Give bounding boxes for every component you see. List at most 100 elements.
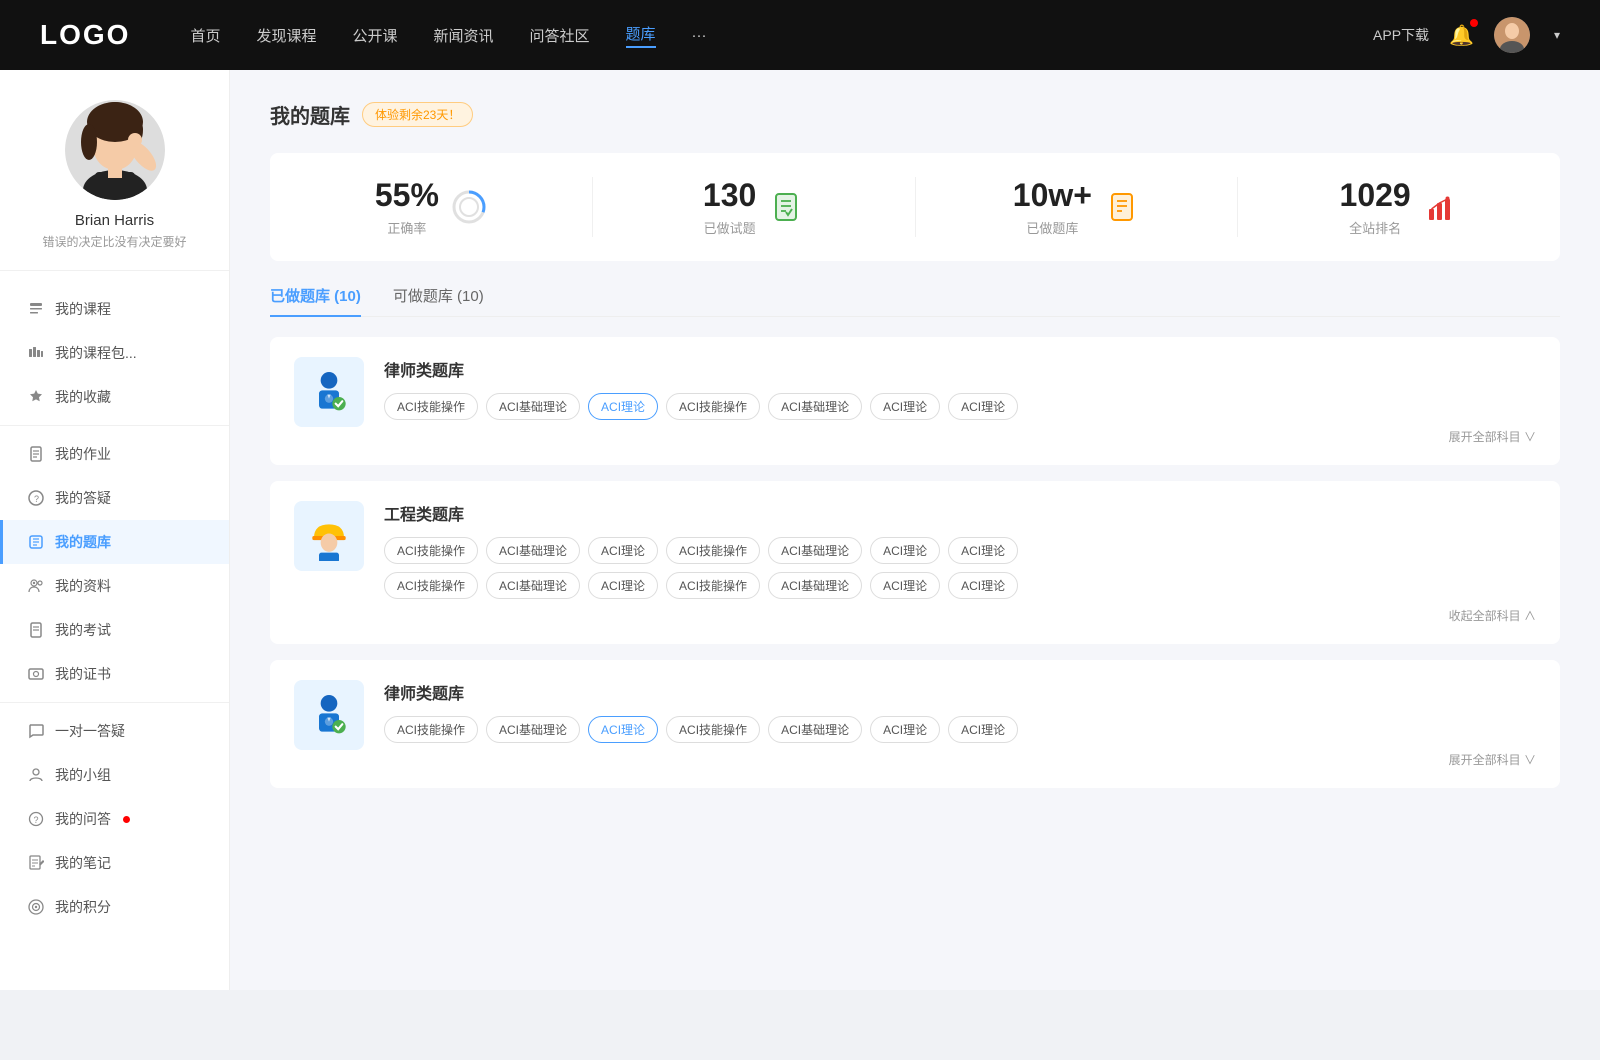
tag[interactable]: ACI理论 xyxy=(870,537,940,564)
layout: Brian Harris 错误的决定比没有决定要好 我的课程 我的课程包... xyxy=(0,70,1600,990)
tag[interactable]: ACI技能操作 xyxy=(666,572,760,599)
lawyer-icon-wrap-2 xyxy=(294,680,364,750)
tags-row-2-line2: ACI技能操作 ACI基础理论 ACI理论 ACI技能操作 ACI基础理论 AC… xyxy=(384,572,1536,599)
tag-active[interactable]: ACI理论 xyxy=(588,716,658,743)
sidebar-item-group[interactable]: 我的小组 xyxy=(0,753,229,797)
tag[interactable]: ACI基础理论 xyxy=(768,393,862,420)
tag[interactable]: ACI技能操作 xyxy=(384,716,478,743)
sidebar-item-homework[interactable]: 我的作业 xyxy=(0,432,229,476)
materials-icon xyxy=(27,577,45,595)
tag[interactable]: ACI技能操作 xyxy=(384,572,478,599)
subject-name: 律师类题库 xyxy=(384,357,1536,381)
tags-row-2-line1: ACI技能操作 ACI基础理论 ACI理论 ACI技能操作 ACI基础理论 AC… xyxy=(384,537,1536,564)
doc-green-icon xyxy=(768,189,804,225)
stat-ranking: 1029 全站排名 xyxy=(1238,177,1560,237)
tag[interactable]: ACI基础理论 xyxy=(486,572,580,599)
stat-text: 1029 全站排名 xyxy=(1340,177,1411,237)
nav-menu: 首页 发现课程 公开课 新闻资讯 问答社区 题库 ··· xyxy=(190,23,1373,48)
tag[interactable]: ACI理论 xyxy=(948,716,1018,743)
sidebar-label: 我的收藏 xyxy=(55,387,111,407)
tag[interactable]: ACI理论 xyxy=(870,716,940,743)
tag[interactable]: ACI理论 xyxy=(588,572,658,599)
logo: LOGO xyxy=(40,19,130,51)
app-download-btn[interactable]: APP下载 xyxy=(1373,25,1429,45)
tag[interactable]: ACI理论 xyxy=(948,572,1018,599)
sidebar-item-exams[interactable]: 我的考试 xyxy=(0,608,229,652)
tab-done-banks[interactable]: 已做题库 (10) xyxy=(270,285,361,316)
sidebar-item-points[interactable]: 我的积分 xyxy=(0,885,229,929)
tags-row-1: ACI技能操作 ACI基础理论 ACI理论 ACI技能操作 ACI基础理论 AC… xyxy=(384,393,1536,420)
sidebar-item-course-package[interactable]: 我的课程包... xyxy=(0,331,229,375)
sidebar-item-favorites[interactable]: 我的收藏 xyxy=(0,375,229,419)
tag[interactable]: ACI基础理论 xyxy=(768,716,862,743)
tag[interactable]: ACI基础理论 xyxy=(768,572,862,599)
expand-btn-3[interactable]: 展开全部科目 ∨ xyxy=(384,751,1536,768)
user-avatar[interactable] xyxy=(1494,17,1530,53)
nav-qa[interactable]: 问答社区 xyxy=(530,25,590,46)
tag[interactable]: ACI理论 xyxy=(870,393,940,420)
sidebar-label: 我的积分 xyxy=(55,897,111,917)
pie-chart-icon xyxy=(451,189,487,225)
subject-card-lawyer-1: 律师类题库 ACI技能操作 ACI基础理论 ACI理论 ACI技能操作 ACI基… xyxy=(270,337,1560,465)
collapse-btn-2[interactable]: 收起全部科目 ∧ xyxy=(384,607,1536,624)
notification-bell[interactable]: 🔔 xyxy=(1449,23,1474,48)
tag[interactable]: ACI技能操作 xyxy=(666,716,760,743)
navbar: LOGO 首页 发现课程 公开课 新闻资讯 问答社区 题库 ··· APP下载 … xyxy=(0,0,1600,70)
profile-name: Brian Harris xyxy=(20,212,209,229)
nav-news[interactable]: 新闻资讯 xyxy=(434,25,494,46)
tag[interactable]: ACI理论 xyxy=(870,572,940,599)
tag[interactable]: ACI基础理论 xyxy=(486,716,580,743)
tab-available-banks[interactable]: 可做题库 (10) xyxy=(393,285,484,316)
profile-motto: 错误的决定比没有决定要好 xyxy=(20,233,209,250)
qa-icon: ? xyxy=(27,489,45,507)
subject-lawyer-2-info: 律师类题库 ACI技能操作 ACI基础理论 ACI理论 ACI技能操作 ACI基… xyxy=(384,680,1536,768)
course-icon xyxy=(27,300,45,318)
tag[interactable]: ACI技能操作 xyxy=(384,537,478,564)
sidebar-label: 我的问答 xyxy=(55,809,111,829)
sidebar-label: 我的作业 xyxy=(55,444,111,464)
main-content: 我的题库 体验剩余23天！ 55% 正确率 xyxy=(230,70,1600,990)
bank-icon xyxy=(27,533,45,551)
tag[interactable]: ACI基础理论 xyxy=(486,537,580,564)
lawyer-icon-wrap xyxy=(294,357,364,427)
tag[interactable]: ACI理论 xyxy=(948,537,1018,564)
sidebar-item-certificates[interactable]: 我的证书 xyxy=(0,652,229,696)
nav-question-bank[interactable]: 题库 xyxy=(626,23,656,48)
tag[interactable]: ACI理论 xyxy=(588,537,658,564)
sidebar-label: 我的课程包... xyxy=(55,343,137,363)
sidebar-item-qa-answer[interactable]: ? 我的答疑 xyxy=(0,476,229,520)
sidebar: Brian Harris 错误的决定比没有决定要好 我的课程 我的课程包... xyxy=(0,70,230,990)
stat-value: 130 xyxy=(703,177,756,214)
nav-more[interactable]: ··· xyxy=(692,27,707,44)
profile-avatar xyxy=(65,100,165,200)
tag[interactable]: ACI技能操作 xyxy=(666,537,760,564)
nav-discover[interactable]: 发现课程 xyxy=(256,25,316,46)
sidebar-item-my-qa[interactable]: ? 我的问答 xyxy=(0,797,229,841)
sidebar-label: 一对一答疑 xyxy=(55,721,125,741)
notification-badge xyxy=(1470,19,1478,27)
tag-active[interactable]: ACI理论 xyxy=(588,393,658,420)
exam-icon xyxy=(27,621,45,639)
subject-name: 律师类题库 xyxy=(384,680,1536,704)
tag[interactable]: ACI理论 xyxy=(948,393,1018,420)
page-title: 我的题库 xyxy=(270,100,350,129)
sidebar-label: 我的小组 xyxy=(55,765,111,785)
stat-label: 全站排名 xyxy=(1340,218,1411,237)
sidebar-item-my-courses[interactable]: 我的课程 xyxy=(0,287,229,331)
stat-value: 55% xyxy=(375,177,439,214)
nav-open-course[interactable]: 公开课 xyxy=(352,25,397,46)
sidebar-item-question-bank[interactable]: 我的题库 xyxy=(0,520,229,564)
tag[interactable]: ACI技能操作 xyxy=(384,393,478,420)
user-dropdown-arrow[interactable]: ▾ xyxy=(1554,28,1560,42)
tag[interactable]: ACI基础理论 xyxy=(768,537,862,564)
star-icon xyxy=(27,388,45,406)
sidebar-label: 我的笔记 xyxy=(55,853,111,873)
expand-btn-1[interactable]: 展开全部科目 ∨ xyxy=(384,428,1536,445)
nav-home[interactable]: 首页 xyxy=(190,25,220,46)
sidebar-item-1v1-qa[interactable]: 一对一答疑 xyxy=(0,709,229,753)
sidebar-item-materials[interactable]: 我的资料 xyxy=(0,564,229,608)
tag[interactable]: ACI基础理论 xyxy=(486,393,580,420)
sidebar-item-notes[interactable]: 我的笔记 xyxy=(0,841,229,885)
tag[interactable]: ACI技能操作 xyxy=(666,393,760,420)
sidebar-label: 我的课程 xyxy=(55,299,111,319)
